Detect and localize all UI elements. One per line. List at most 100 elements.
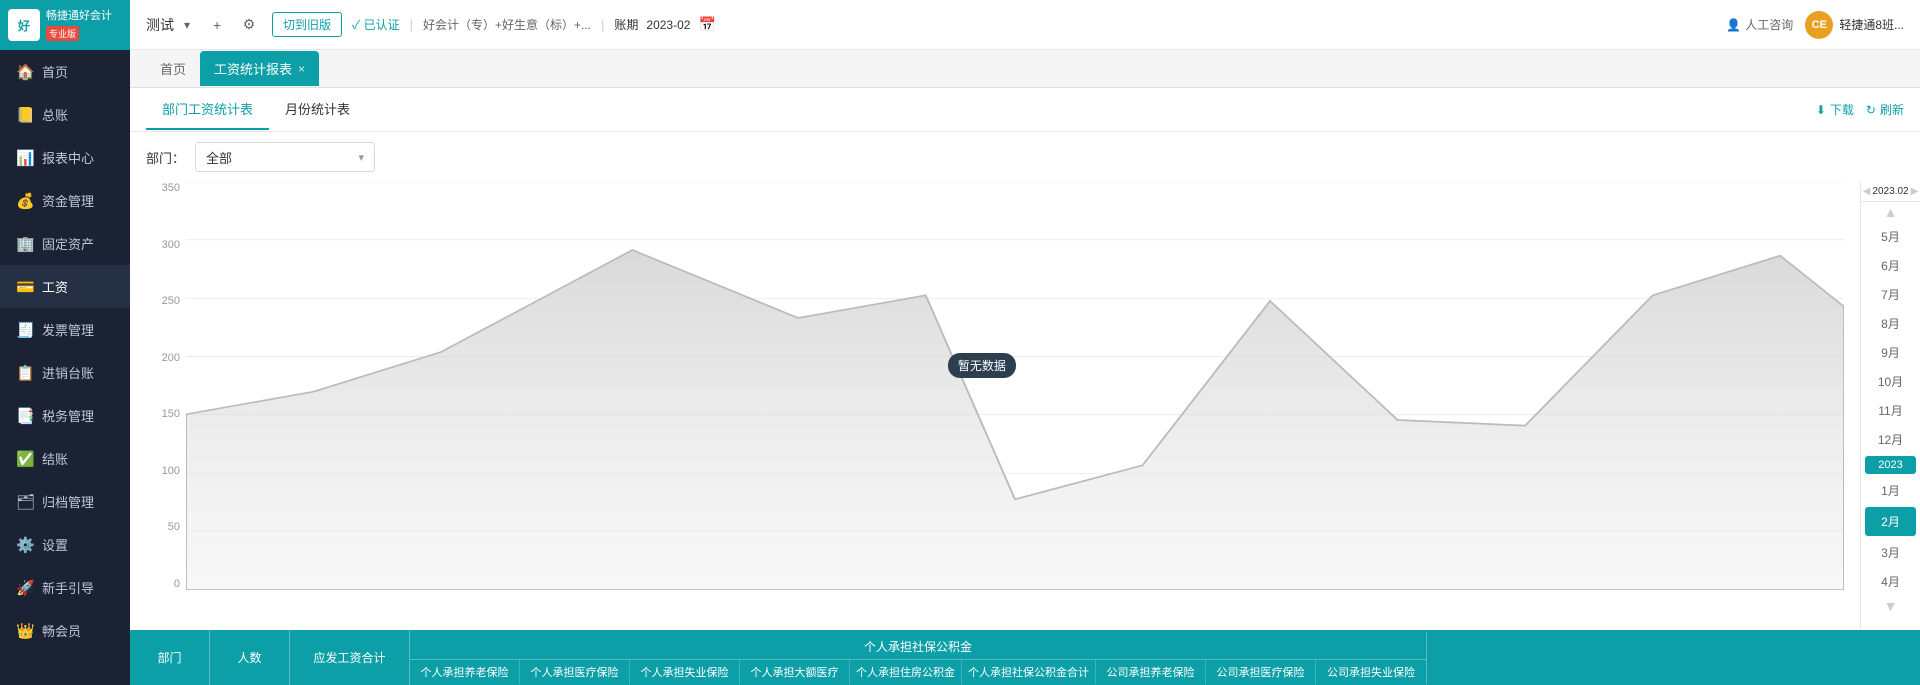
sidebar-item-general-ledger[interactable]: 📒 总账 — [0, 93, 130, 136]
date-panel-month-5月[interactable]: 5月 — [1861, 222, 1920, 251]
y-label: 0 — [174, 578, 180, 590]
sidebar-item-settings[interactable]: ⚙️设置 — [0, 523, 130, 566]
topbar-settings-btn[interactable]: ⚙ — [236, 12, 262, 38]
group-col: 个人承担养老保险 — [410, 660, 520, 684]
date-panel-months: 5月6月7月8月9月10月11月12月 2023 1月2月3月4月 — [1861, 222, 1920, 596]
date-panel-month-2月[interactable]: 2月 — [1865, 507, 1916, 536]
sub-tab-month[interactable]: 月份统计表 — [269, 89, 366, 130]
date-panel-month-4月[interactable]: 4月 — [1861, 567, 1920, 596]
invoice-icon: 🧾 — [16, 321, 34, 339]
sidebar-item-sales[interactable]: 📋 进销台账 — [0, 351, 130, 394]
topbar-btn-group: + ⚙ — [204, 12, 262, 38]
topbar-right: 👤 人工咨询 CE 轻捷通8班... — [1726, 11, 1904, 39]
y-label: 200 — [162, 352, 180, 364]
certified-badge: ✓ 已认证 — [352, 16, 400, 33]
sidebar-item-label: 首页 — [42, 62, 68, 81]
date-panel-month-9月[interactable]: 9月 — [1861, 338, 1920, 367]
refresh-btn[interactable]: ↻ 刷新 — [1866, 101, 1904, 118]
sidebar-item-home[interactable]: 🏠 首页 — [0, 50, 130, 93]
sub-tab-actions: ⬇ 下载 ↻ 刷新 — [1816, 101, 1904, 118]
user-avatar: CE — [1805, 11, 1833, 39]
sidebar-item-fixed-assets[interactable]: 🏢固定资产 — [0, 222, 130, 265]
topbar-dropdown-arrow[interactable]: ▾ — [184, 18, 190, 32]
switch-version-btn[interactable]: 切到旧版 — [272, 12, 342, 37]
sidebar-item-label: 资金管理 — [42, 191, 94, 210]
chart-section: 350300250200150100500 — [130, 182, 1920, 630]
sidebar-item-label: 工资 — [42, 277, 68, 296]
chart-tooltip: 暂无数据 — [948, 353, 1016, 378]
group-col: 个人承担住房公积金 — [850, 660, 962, 684]
archive-icon: 🗂 — [16, 493, 34, 511]
sub-tab-bar: 部门工资统计表 月份统计表 ⬇ 下载 ↻ 刷新 — [130, 88, 1920, 132]
funds-icon: 💰 — [16, 192, 34, 210]
date-panel-month-8月[interactable]: 8月 — [1861, 309, 1920, 338]
sidebar-item-label: 结账 — [42, 449, 68, 468]
chart-svg: 暂无数据 — [186, 182, 1844, 590]
sidebar-item-funds[interactable]: 💰 资金管理 — [0, 179, 130, 222]
tab-close-btn[interactable]: × — [298, 62, 305, 76]
date-panel-month-6月[interactable]: 6月 — [1861, 251, 1920, 280]
settings-icon: ⚙️ — [16, 536, 34, 554]
sidebar-item-guide[interactable]: 🚀新手引导 — [0, 566, 130, 609]
date-panel-month-12月[interactable]: 12月 — [1861, 425, 1920, 454]
main-content: 测试 ▾ + ⚙ 切到旧版 ✓ 已认证 | 好会计（专）+好生意（标）+... … — [130, 0, 1920, 685]
username: 轻捷通8班... — [1839, 16, 1904, 33]
sidebar-item-label: 总账 — [42, 105, 68, 124]
user-menu[interactable]: CE 轻捷通8班... — [1805, 11, 1904, 39]
logo-icon: 好 — [8, 9, 40, 41]
group-col: 公司承担养老保险 — [1096, 660, 1206, 684]
date-panel-month-7月[interactable]: 7月 — [1861, 280, 1920, 309]
service-btn[interactable]: 👤 人工咨询 — [1726, 16, 1793, 33]
sidebar-item-label: 新手引导 — [42, 578, 94, 597]
logo-text: 畅捷通好会计 专业版 — [46, 9, 112, 40]
date-panel-month-1月[interactable]: 1月 — [1861, 476, 1920, 505]
sidebar-item-archive[interactable]: 🗂归档管理 — [0, 480, 130, 523]
date-panel-left-arrow[interactable]: ◀ — [1863, 186, 1871, 197]
date-panel-up-nav[interactable]: ▲ — [1884, 204, 1898, 220]
content-area: 部门工资统计表 月份统计表 ⬇ 下载 ↻ 刷新 部门： — [130, 88, 1920, 685]
download-icon: ⬇ — [1816, 103, 1826, 117]
sidebar-item-membership[interactable]: 👑畅会员 — [0, 609, 130, 652]
group-title: 个人承担社保公积金 — [410, 632, 1426, 660]
sales-icon: 📋 — [16, 364, 34, 382]
y-axis: 350300250200150100500 — [146, 182, 186, 590]
calendar-icon[interactable]: 📅 — [698, 16, 715, 33]
tab-bar: 首页 工资统计报表 × — [130, 50, 1920, 88]
group-cols: 个人承担养老保险个人承担医疗保险个人承担失业保险个人承担大额医疗个人承担住房公积… — [410, 660, 1426, 684]
sidebar-item-closing[interactable]: ✅ 结账 — [0, 437, 130, 480]
date-panel-month-10月[interactable]: 10月 — [1861, 367, 1920, 396]
fixed-assets-icon: 🏢 — [16, 235, 34, 253]
col-total-salary: 应发工资合计 — [290, 630, 410, 685]
date-panel-month-2023[interactable]: 2023 — [1865, 456, 1916, 474]
group-col: 个人承担失业保险 — [630, 660, 740, 684]
general-ledger-icon: 📒 — [16, 106, 34, 124]
y-label: 150 — [162, 408, 180, 420]
home-icon: 🏠 — [16, 63, 34, 81]
select-arrow-icon: ▾ — [358, 151, 364, 164]
topbar-add-btn[interactable]: + — [204, 12, 230, 38]
sidebar-item-invoice[interactable]: 🧾发票管理 — [0, 308, 130, 351]
sidebar-item-tax[interactable]: 📑税务管理 — [0, 394, 130, 437]
dept-select[interactable]: 全部 ▾ — [195, 142, 375, 172]
sidebar-logo: 好 畅捷通好会计 专业版 — [0, 0, 130, 50]
col-headcount: 人数 — [210, 630, 290, 685]
y-label: 250 — [162, 295, 180, 307]
date-panel-down-nav[interactable]: ▼ — [1884, 598, 1898, 614]
date-panel-month-3月[interactable]: 3月 — [1861, 538, 1920, 567]
account-tags: 好会计（专）+好生意（标）+... — [423, 16, 591, 33]
tab-home[interactable]: 首页 — [146, 51, 200, 86]
tab-salary-report[interactable]: 工资统计报表 × — [200, 51, 319, 86]
sidebar-item-label: 进销台账 — [42, 363, 94, 382]
date-panel-month-11月[interactable]: 11月 — [1861, 396, 1920, 425]
sidebar-item-reports[interactable]: 📊报表中心 — [0, 136, 130, 179]
group-col: 个人承担大额医疗 — [740, 660, 850, 684]
y-label: 50 — [168, 521, 180, 533]
closing-icon: ✅ — [16, 450, 34, 468]
sidebar-item-label: 税务管理 — [42, 406, 94, 425]
download-btn[interactable]: ⬇ 下载 — [1816, 101, 1854, 118]
group-col: 公司承担医疗保险 — [1206, 660, 1316, 684]
sidebar-item-salary[interactable]: 💳工资 — [0, 265, 130, 308]
period-display: 账期 2023-02 📅 — [614, 16, 716, 33]
date-panel-right-arrow[interactable]: ▶ — [1911, 186, 1919, 197]
sub-tab-dept[interactable]: 部门工资统计表 — [146, 89, 269, 130]
